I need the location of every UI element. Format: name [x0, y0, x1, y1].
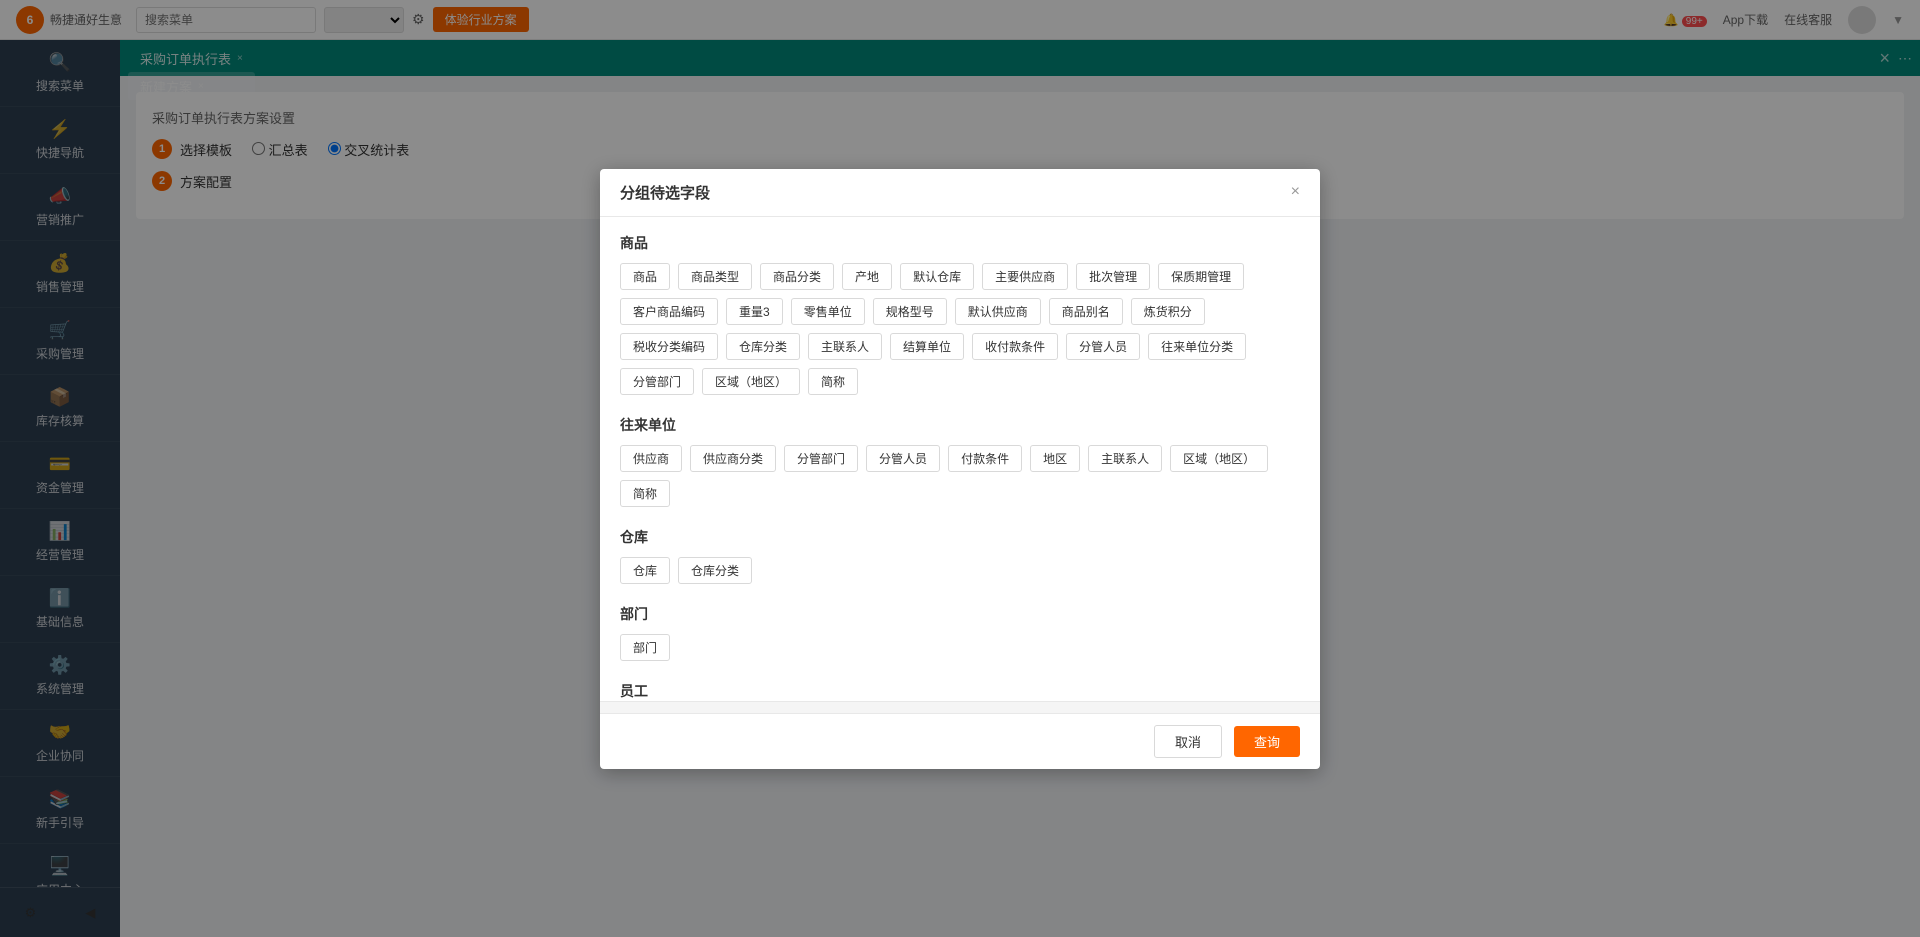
- field-tag-0-11[interactable]: 规格型号: [873, 298, 947, 325]
- field-tag-0-7[interactable]: 保质期管理: [1158, 263, 1244, 290]
- field-tag-0-5[interactable]: 主要供应商: [982, 263, 1068, 290]
- field-tags-1: 供应商供应商分类分管部门分管人员付款条件地区主联系人区域（地区） 简称: [620, 445, 1300, 507]
- field-tag-2-0[interactable]: 仓库: [620, 557, 670, 584]
- field-tag-1-0[interactable]: 供应商: [620, 445, 682, 472]
- field-tag-0-20[interactable]: 分管人员: [1066, 333, 1140, 360]
- field-tag-0-12[interactable]: 默认供应商: [955, 298, 1041, 325]
- field-tag-0-19[interactable]: 收付款条件: [972, 333, 1058, 360]
- field-tag-0-10[interactable]: 零售单位: [791, 298, 865, 325]
- modal-title: 分组待选字段: [620, 182, 710, 203]
- field-tag-1-8[interactable]: 简称: [620, 480, 670, 507]
- field-group-title-1: 往来单位: [620, 415, 1300, 435]
- modal-close-btn[interactable]: ×: [1291, 183, 1300, 201]
- field-group-2: 仓库仓库仓库分类: [620, 527, 1300, 584]
- modal-body[interactable]: 商品商品商品类型商品分类产地默认仓库主要供应商批次管理保质期管理客户商品编码重量…: [600, 217, 1320, 701]
- field-tag-1-7[interactable]: 区域（地区）: [1170, 445, 1268, 472]
- field-tag-0-4[interactable]: 默认仓库: [900, 263, 974, 290]
- field-tag-0-24[interactable]: 简称: [808, 368, 858, 395]
- modal-horizontal-scrollbar[interactable]: [600, 701, 1320, 713]
- field-group-3: 部门部门: [620, 604, 1300, 661]
- field-tag-1-1[interactable]: 供应商分类: [690, 445, 776, 472]
- field-tags-2: 仓库仓库分类: [620, 557, 1300, 584]
- field-tag-0-17[interactable]: 主联系人: [808, 333, 882, 360]
- field-group-title-0: 商品: [620, 233, 1300, 253]
- field-group-title-4: 员工: [620, 681, 1300, 701]
- field-tags-3: 部门: [620, 634, 1300, 661]
- field-group-title-2: 仓库: [620, 527, 1300, 547]
- modal-footer: 取消 查询: [600, 713, 1320, 769]
- field-tag-0-9[interactable]: 重量3: [726, 298, 783, 325]
- field-group-4: 员工业务员: [620, 681, 1300, 701]
- field-tag-0-13[interactable]: 商品别名: [1049, 298, 1123, 325]
- field-tag-1-5[interactable]: 地区: [1030, 445, 1080, 472]
- field-group-1: 往来单位供应商供应商分类分管部门分管人员付款条件地区主联系人区域（地区） 简称: [620, 415, 1300, 507]
- field-tag-0-0[interactable]: 商品: [620, 263, 670, 290]
- field-tag-1-4[interactable]: 付款条件: [948, 445, 1022, 472]
- field-tag-1-6[interactable]: 主联系人: [1088, 445, 1162, 472]
- field-group-title-3: 部门: [620, 604, 1300, 624]
- field-tag-0-18[interactable]: 结算单位: [890, 333, 964, 360]
- field-tag-0-22[interactable]: 分管部门: [620, 368, 694, 395]
- field-tag-0-21[interactable]: 往来单位分类: [1148, 333, 1246, 360]
- modal-overlay[interactable]: 分组待选字段 × 商品商品商品类型商品分类产地默认仓库主要供应商批次管理保质期管…: [0, 0, 1920, 937]
- cancel-button[interactable]: 取消: [1154, 725, 1222, 758]
- field-tag-0-8[interactable]: 客户商品编码: [620, 298, 718, 325]
- field-tag-0-6[interactable]: 批次管理: [1076, 263, 1150, 290]
- field-tag-0-23[interactable]: 区域（地区）: [702, 368, 800, 395]
- field-tag-0-14[interactable]: 炼货积分: [1131, 298, 1205, 325]
- field-tag-0-16[interactable]: 仓库分类: [726, 333, 800, 360]
- field-tag-3-0[interactable]: 部门: [620, 634, 670, 661]
- field-tag-0-1[interactable]: 商品类型: [678, 263, 752, 290]
- confirm-button[interactable]: 查询: [1234, 726, 1300, 757]
- field-tag-0-2[interactable]: 商品分类: [760, 263, 834, 290]
- field-group-0: 商品商品商品类型商品分类产地默认仓库主要供应商批次管理保质期管理客户商品编码重量…: [620, 233, 1300, 395]
- modal-header: 分组待选字段 ×: [600, 169, 1320, 217]
- field-tag-0-15[interactable]: 税收分类编码: [620, 333, 718, 360]
- field-tag-1-2[interactable]: 分管部门: [784, 445, 858, 472]
- field-tag-1-3[interactable]: 分管人员: [866, 445, 940, 472]
- field-tags-0: 商品商品类型商品分类产地默认仓库主要供应商批次管理保质期管理客户商品编码重量3 零…: [620, 263, 1300, 395]
- field-tag-2-1[interactable]: 仓库分类: [678, 557, 752, 584]
- field-tag-0-3[interactable]: 产地: [842, 263, 892, 290]
- field-select-modal: 分组待选字段 × 商品商品商品类型商品分类产地默认仓库主要供应商批次管理保质期管…: [600, 169, 1320, 769]
